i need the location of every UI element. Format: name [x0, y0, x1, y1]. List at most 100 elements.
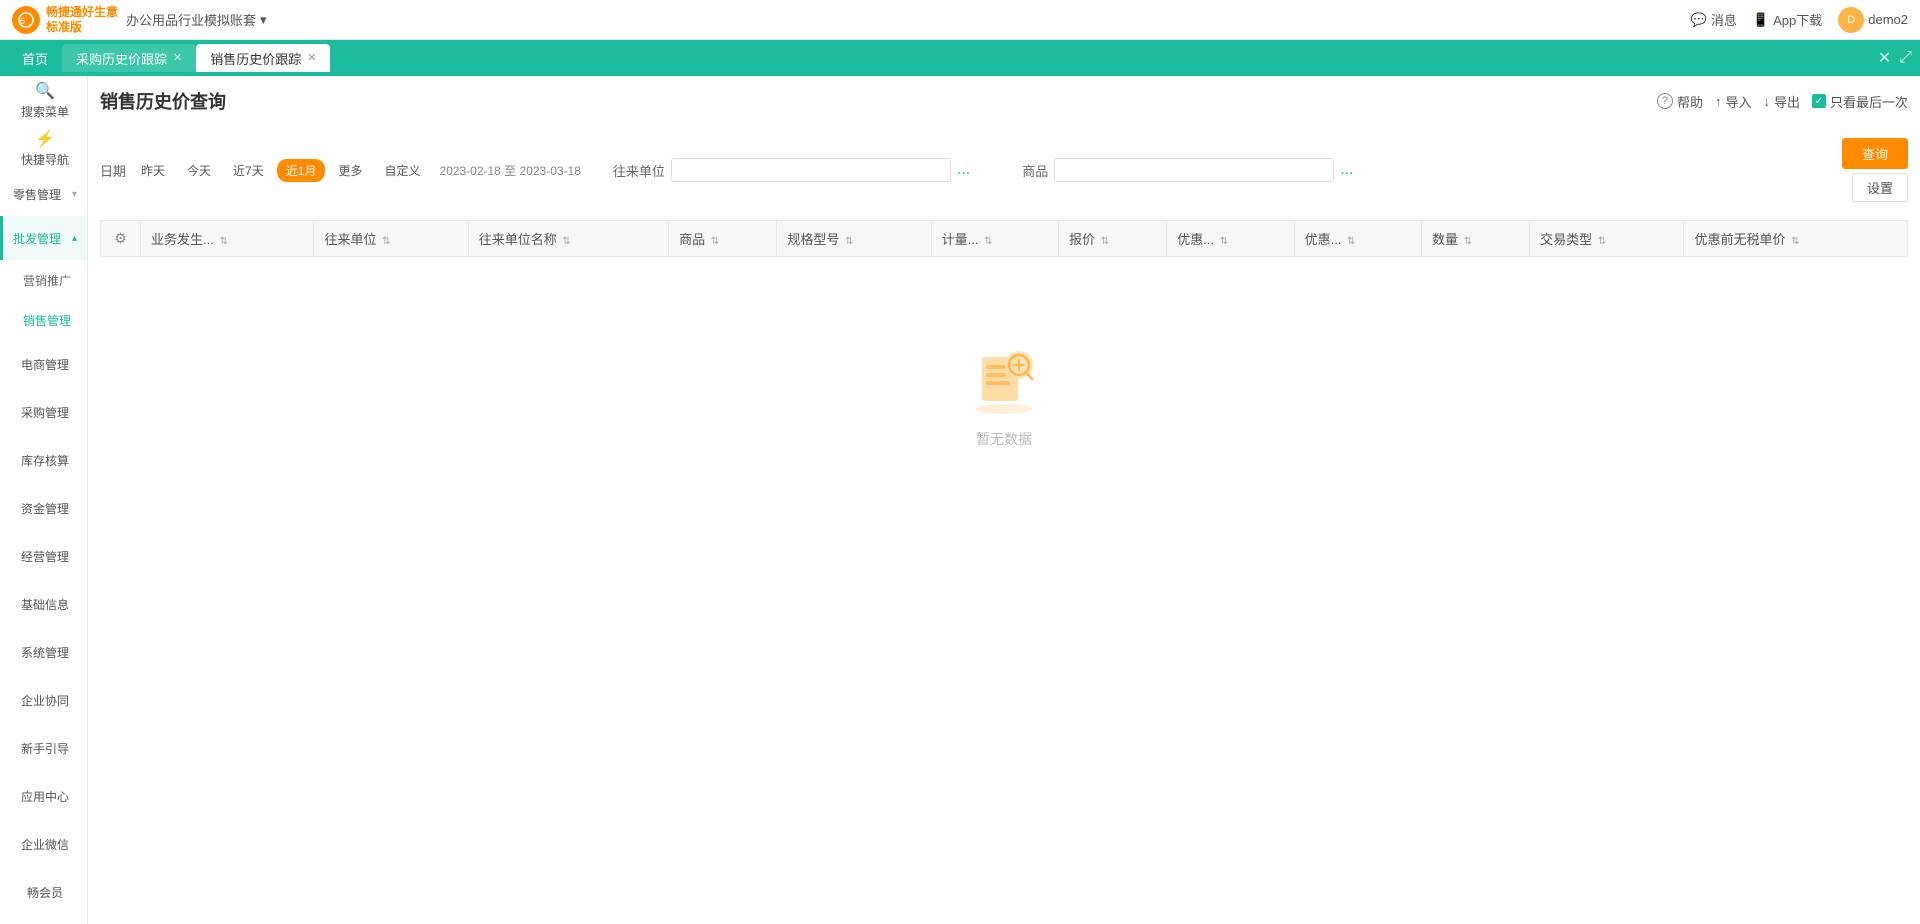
sidebar-item-wholesale-mgmt[interactable]: 批发管理 ▴ — [0, 216, 87, 260]
username: demo2 — [1868, 12, 1908, 27]
col-spec[interactable]: 规格型号 ⇅ — [777, 221, 931, 257]
tab-purchase-close-icon[interactable]: ✕ — [173, 53, 182, 64]
goods-dots-btn[interactable]: ... — [1340, 161, 1353, 179]
col-partner-name[interactable]: 往来单位名称 ⇅ — [468, 221, 668, 257]
svg-text:6: 6 — [20, 16, 25, 26]
col-partner-code[interactable]: 往来单位 ⇅ — [314, 221, 468, 257]
only-last-checkbox[interactable]: 只看最后一次 — [1812, 92, 1908, 111]
col-partner-code-label: 往来单位 — [324, 232, 376, 247]
export-btn[interactable]: ↓ 导出 — [1763, 92, 1800, 111]
partner-dots-btn[interactable]: ... — [957, 161, 970, 179]
retail-mgmt-arrow: ▾ — [72, 189, 77, 200]
tab-sales-history[interactable]: 销售历史价跟踪 ✕ — [196, 44, 330, 72]
tab-purchase-history[interactable]: 采购历史价跟踪 ✕ — [62, 44, 196, 72]
col-quote[interactable]: 报价 ⇅ — [1059, 221, 1167, 257]
export-icon: ↓ — [1763, 94, 1770, 109]
sidebar-sub-sales-mgmt[interactable]: 销售管理 — [0, 300, 87, 340]
col-quote-label: 报价 — [1069, 232, 1095, 247]
sidebar-item-member[interactable]: 畅会员 — [0, 868, 87, 916]
import-btn[interactable]: ↑ 导入 — [1715, 92, 1752, 111]
date-btn-today[interactable]: 今天 — [178, 159, 220, 182]
sidebar-item-operations-mgmt[interactable]: 经营管理 — [0, 532, 87, 580]
logo-area: 6 畅捷通好生意标准版 — [12, 5, 118, 34]
only-last-label: 只看最后一次 — [1830, 92, 1908, 111]
sidebar-sub-marketing[interactable]: 营销推广 — [0, 260, 87, 300]
expand-btn[interactable]: ⤢ — [1899, 49, 1912, 67]
sidebar-item-finance-mgmt[interactable]: 资金管理 — [0, 484, 87, 532]
col-partner-name-label: 往来单位名称 — [479, 232, 557, 247]
tab-purchase-history-label: 采购历史价跟踪 — [76, 49, 167, 68]
goods-filter-group: 商品 ... — [1022, 158, 1353, 182]
tab-home[interactable]: 首页 — [8, 44, 62, 72]
col-discount1[interactable]: 优惠... ⇅ — [1167, 221, 1294, 257]
col-pretax-price[interactable]: 优惠前无税单价 ⇅ — [1684, 221, 1908, 257]
col-discount2[interactable]: 优惠... ⇅ — [1294, 221, 1421, 257]
wholesale-mgmt-arrow: ▴ — [72, 233, 77, 244]
date-label: 日期 — [100, 161, 126, 180]
main-layout: 🔍 搜索菜单 ⚡ 快捷导航 零售管理 ▾ 批发管理 ▴ 营销推广 销售管理 电商… — [0, 76, 1920, 924]
close-all-tabs-btn[interactable]: ✕ — [1878, 48, 1891, 68]
inventory-label: 库存核算 — [21, 452, 69, 469]
app-center-label: 应用中心 — [21, 788, 69, 805]
sales-mgmt-label: 销售管理 — [23, 312, 71, 329]
partner-input[interactable] — [671, 158, 951, 182]
system-mgmt-label: 系统管理 — [21, 644, 69, 661]
sidebar-item-enterprise-wechat[interactable]: 企业微信 — [0, 820, 87, 868]
tab-bar: 首页 采购历史价跟踪 ✕ 销售历史价跟踪 ✕ ✕ ⤢ — [0, 40, 1920, 76]
sidebar-item-new-guide[interactable]: 新手引导 — [0, 724, 87, 772]
col-quantity[interactable]: 数量 ⇅ — [1421, 221, 1529, 257]
col-settings[interactable]: ⚙ — [101, 221, 141, 257]
date-btn-1month[interactable]: 近1月 — [277, 159, 326, 182]
date-filter-group: 日期 昨天 今天 近7天 近1月 更多 自定义 2023-02-18 至 202… — [100, 159, 581, 182]
avatar: D — [1838, 7, 1864, 33]
date-btn-7days[interactable]: 近7天 — [224, 159, 273, 182]
empty-illustration — [964, 337, 1044, 417]
empty-text: 暂无数据 — [976, 429, 1032, 449]
sort-discount2-icon: ⇅ — [1347, 236, 1355, 247]
sort-spec-icon: ⇅ — [845, 236, 853, 247]
filter-bar: 日期 昨天 今天 近7天 近1月 更多 自定义 2023-02-18 至 202… — [100, 128, 1908, 212]
sidebar-item-ecommerce-mgmt[interactable]: 电商管理 — [0, 340, 87, 388]
date-btn-more[interactable]: 更多 — [329, 159, 371, 182]
col-trade-type[interactable]: 交易类型 ⇅ — [1530, 221, 1684, 257]
help-btn[interactable]: ? 帮助 — [1657, 92, 1703, 111]
sidebar-item-basic-info[interactable]: 基础信息 — [0, 580, 87, 628]
query-button[interactable]: 查询 — [1842, 138, 1908, 169]
sidebar-item-retail-mgmt[interactable]: 零售管理 ▾ — [0, 172, 87, 216]
col-goods[interactable]: 商品 ⇅ — [669, 221, 777, 257]
app-download-btn[interactable]: 📱 App下载 — [1753, 10, 1822, 29]
col-biz-date[interactable]: 业务发生... ⇅ — [141, 221, 314, 257]
tab-sales-close-icon[interactable]: ✕ — [307, 53, 316, 64]
logo-icon: 6 — [12, 6, 40, 34]
page-title-bar: 销售历史价查询 ? 帮助 ↑ 导入 ↓ 导出 — [100, 88, 1908, 114]
sort-pretax-price-icon: ⇅ — [1791, 236, 1799, 247]
sidebar-item-search-menu[interactable]: 🔍 搜索菜单 — [0, 76, 87, 124]
sidebar-item-quick-nav[interactable]: ⚡ 快捷导航 — [0, 124, 87, 172]
user-menu[interactable]: D demo2 — [1838, 7, 1908, 33]
sort-partner-name-icon: ⇅ — [562, 236, 570, 247]
col-biz-date-label: 业务发生... — [151, 232, 214, 247]
partner-label: 往来单位 — [613, 161, 665, 180]
sidebar-item-app-center[interactable]: 应用中心 — [0, 772, 87, 820]
date-btn-custom[interactable]: 自定义 — [375, 159, 429, 182]
sidebar-item-purchase-mgmt[interactable]: 采购管理 — [0, 388, 87, 436]
empty-state: 暂无数据 — [100, 257, 1908, 529]
table-settings-icon[interactable]: ⚙ — [114, 230, 127, 246]
company-selector[interactable]: 办公用品行业模拟账套 ▾ — [126, 10, 267, 29]
col-unit[interactable]: 计量... ⇅ — [931, 221, 1058, 257]
sidebar-item-inventory[interactable]: 库存核算 — [0, 436, 87, 484]
help-icon: ? — [1657, 93, 1673, 109]
col-spec-label: 规格型号 — [787, 232, 839, 247]
date-btn-yesterday[interactable]: 昨天 — [132, 159, 174, 182]
sidebar-item-system-mgmt[interactable]: 系统管理 — [0, 628, 87, 676]
col-discount1-label: 优惠... — [1177, 232, 1214, 247]
col-quantity-label: 数量 — [1432, 232, 1458, 247]
message-btn[interactable]: 💬 消息 — [1691, 10, 1737, 29]
sidebar-item-enterprise-cooperation[interactable]: 企业协同 — [0, 676, 87, 724]
goods-input[interactable] — [1054, 158, 1334, 182]
date-buttons: 昨天 今天 近7天 近1月 更多 自定义 — [132, 159, 429, 182]
quick-nav-icon: ⚡ — [35, 129, 55, 149]
settings-button[interactable]: 设置 — [1852, 173, 1908, 202]
sort-unit-icon: ⇅ — [984, 236, 992, 247]
ecommerce-mgmt-label: 电商管理 — [21, 356, 69, 373]
